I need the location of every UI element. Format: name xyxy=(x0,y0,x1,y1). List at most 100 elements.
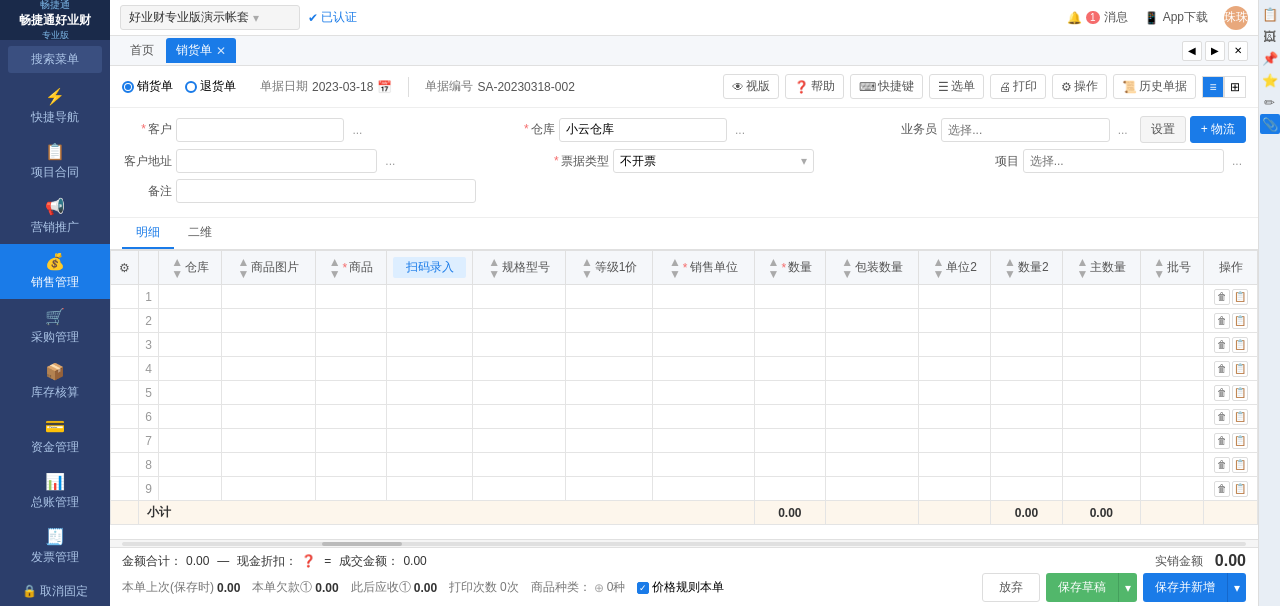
tab-detail[interactable]: 明细 xyxy=(122,218,174,249)
copy-row-icon[interactable]: 📋 xyxy=(1232,289,1248,305)
horizontal-scroll[interactable] xyxy=(110,539,1258,547)
cell-main-qty[interactable] xyxy=(1062,285,1140,309)
abandon-button[interactable]: 放弃 xyxy=(982,573,1040,602)
copy-row-icon[interactable]: 📋 xyxy=(1232,337,1248,353)
cell-pack-qty[interactable] xyxy=(826,285,919,309)
salesman-more-btn[interactable]: ... xyxy=(1114,123,1132,137)
cell-unit[interactable] xyxy=(652,285,754,309)
col-price1[interactable]: ▲▼ 等级1价 xyxy=(566,251,653,285)
cell-unit2[interactable] xyxy=(919,285,991,309)
delete-row-icon[interactable]: 🗑 xyxy=(1214,433,1230,449)
save-new-button[interactable]: 保存并新增 xyxy=(1143,573,1227,602)
cell-batch-import[interactable] xyxy=(387,285,473,309)
help-icon[interactable]: ❓ xyxy=(301,554,316,568)
customer-more-btn[interactable]: ... xyxy=(348,123,366,137)
cell-warehouse[interactable] xyxy=(159,285,222,309)
radio-return-order[interactable]: 退货单 xyxy=(185,78,236,95)
delete-row-icon[interactable]: 🗑 xyxy=(1214,361,1230,377)
price-check[interactable]: ✓ 价格规则本单 xyxy=(637,579,724,596)
setup-btn[interactable]: 设置 xyxy=(1140,116,1186,143)
cell-spec[interactable] xyxy=(473,285,566,309)
col-unit[interactable]: ▲▼ *销售单位 xyxy=(652,251,754,285)
col-qty2[interactable]: ▲▼ 数量2 xyxy=(991,251,1063,285)
sidebar-item-invoice[interactable]: 🧾 发票管理 xyxy=(0,519,110,574)
project-input[interactable] xyxy=(1023,149,1224,173)
copy-row-icon[interactable]: 📋 xyxy=(1232,457,1248,473)
address-text-input[interactable] xyxy=(177,154,376,168)
rs-icon-5[interactable]: ✏ xyxy=(1260,92,1280,112)
cell-price1[interactable] xyxy=(566,285,653,309)
search-menu-button[interactable]: 搜索菜单 xyxy=(8,46,102,73)
order-value[interactable]: SA-20230318-002 xyxy=(477,80,574,94)
view-grid-btn[interactable]: ⊞ xyxy=(1224,76,1246,98)
delete-row-icon[interactable]: 🗑 xyxy=(1214,313,1230,329)
cell-product[interactable] xyxy=(315,285,387,309)
sidebar-item-sales[interactable]: 💰 销售管理 xyxy=(0,244,110,299)
sidebar-item-project[interactable]: 📋 项目合同 xyxy=(0,134,110,189)
help-btn[interactable]: ❓ 帮助 xyxy=(785,74,844,99)
remark-text-input[interactable] xyxy=(183,184,469,198)
ticket-select[interactable]: 不开票 ▾ xyxy=(613,149,814,173)
cell-qty2[interactable] xyxy=(991,285,1063,309)
calendar-icon[interactable]: 📅 xyxy=(377,80,392,94)
col-product[interactable]: ▲▼ *商品 xyxy=(315,251,387,285)
tab-close-icon[interactable]: ✕ xyxy=(216,44,226,58)
sidebar-item-inventory[interactable]: 📦 库存核算 xyxy=(0,354,110,409)
salesman-text-input[interactable] xyxy=(942,123,1108,137)
delete-row-icon[interactable]: 🗑 xyxy=(1214,289,1230,305)
col-spec[interactable]: ▲▼ 规格型号 xyxy=(473,251,566,285)
rs-icon-2[interactable]: 🖼 xyxy=(1260,26,1280,46)
tab-next-button[interactable]: ▶ xyxy=(1205,41,1225,61)
tab-home[interactable]: 首页 xyxy=(120,38,164,63)
warehouse-input[interactable] xyxy=(559,118,727,142)
delete-row-icon[interactable]: 🗑 xyxy=(1214,457,1230,473)
address-input[interactable] xyxy=(176,149,377,173)
tab-2d[interactable]: 二维 xyxy=(174,218,226,249)
view-btn[interactable]: 👁 视版 xyxy=(723,74,779,99)
save-draft-arrow-button[interactable]: ▾ xyxy=(1118,573,1137,602)
messages-button[interactable]: 🔔 1 消息 xyxy=(1067,9,1128,26)
address-more-btn[interactable]: ... xyxy=(381,154,399,168)
app-download-button[interactable]: 📱 App下载 xyxy=(1144,9,1208,26)
col-batch[interactable]: ▲▼ 批号 xyxy=(1141,251,1204,285)
copy-row-icon[interactable]: 📋 xyxy=(1232,385,1248,401)
user-menu[interactable]: 珠珠 xyxy=(1224,6,1248,30)
save-draft-button[interactable]: 保存草稿 xyxy=(1046,573,1118,602)
col-batch-import[interactable]: 扫码录入 xyxy=(387,251,473,285)
customer-text-input[interactable] xyxy=(177,123,343,137)
copy-row-icon[interactable]: 📋 xyxy=(1232,313,1248,329)
col-main-qty[interactable]: ▲▼ 主数量 xyxy=(1062,251,1140,285)
warehouse-text-input[interactable] xyxy=(560,123,726,137)
date-value[interactable]: 2023-03-18 xyxy=(312,80,373,94)
tab-sales-order[interactable]: 销货单 ✕ xyxy=(166,38,236,63)
sidebar-item-funds[interactable]: 💳 资金管理 xyxy=(0,409,110,464)
project-text-input[interactable] xyxy=(1024,154,1223,168)
save-new-arrow-button[interactable]: ▾ xyxy=(1227,573,1246,602)
copy-row-icon[interactable]: 📋 xyxy=(1232,433,1248,449)
customer-input[interactable] xyxy=(176,118,344,142)
add-logistics-btn[interactable]: + 物流 xyxy=(1190,116,1246,143)
delete-row-icon[interactable]: 🗑 xyxy=(1214,385,1230,401)
scroll-thumb[interactable] xyxy=(322,542,402,546)
project-more-btn[interactable]: ... xyxy=(1228,154,1246,168)
rs-icon-3[interactable]: 📌 xyxy=(1260,48,1280,68)
col-pack-qty[interactable]: ▲▼ 包装数量 xyxy=(826,251,919,285)
sidebar-item-marketing[interactable]: 📢 营销推广 xyxy=(0,189,110,244)
tab-prev-button[interactable]: ◀ xyxy=(1182,41,1202,61)
sidebar-item-quick-nav[interactable]: ⚡ 快捷导航 xyxy=(0,79,110,134)
col-qty[interactable]: ▲▼ *数量 xyxy=(754,251,826,285)
delete-row-icon[interactable]: 🗑 xyxy=(1214,481,1230,497)
copy-row-icon[interactable]: 📋 xyxy=(1232,361,1248,377)
copy-row-icon[interactable]: 📋 xyxy=(1232,481,1248,497)
sidebar-item-ledger[interactable]: 📊 总账管理 xyxy=(0,464,110,519)
delete-row-icon[interactable]: 🗑 xyxy=(1214,409,1230,425)
cell-qty[interactable] xyxy=(754,285,826,309)
radio-sales-order[interactable]: 销货单 xyxy=(122,78,173,95)
select-btn[interactable]: ☰ 选单 xyxy=(929,74,984,99)
view-table-btn[interactable]: ≡ xyxy=(1202,76,1224,98)
salesman-input[interactable] xyxy=(941,118,1109,142)
col-settings[interactable]: ⚙ xyxy=(111,251,139,285)
scroll-track[interactable] xyxy=(122,542,1246,546)
remark-input[interactable] xyxy=(176,179,476,203)
product-types-icon[interactable]: ⊕ xyxy=(594,581,604,595)
